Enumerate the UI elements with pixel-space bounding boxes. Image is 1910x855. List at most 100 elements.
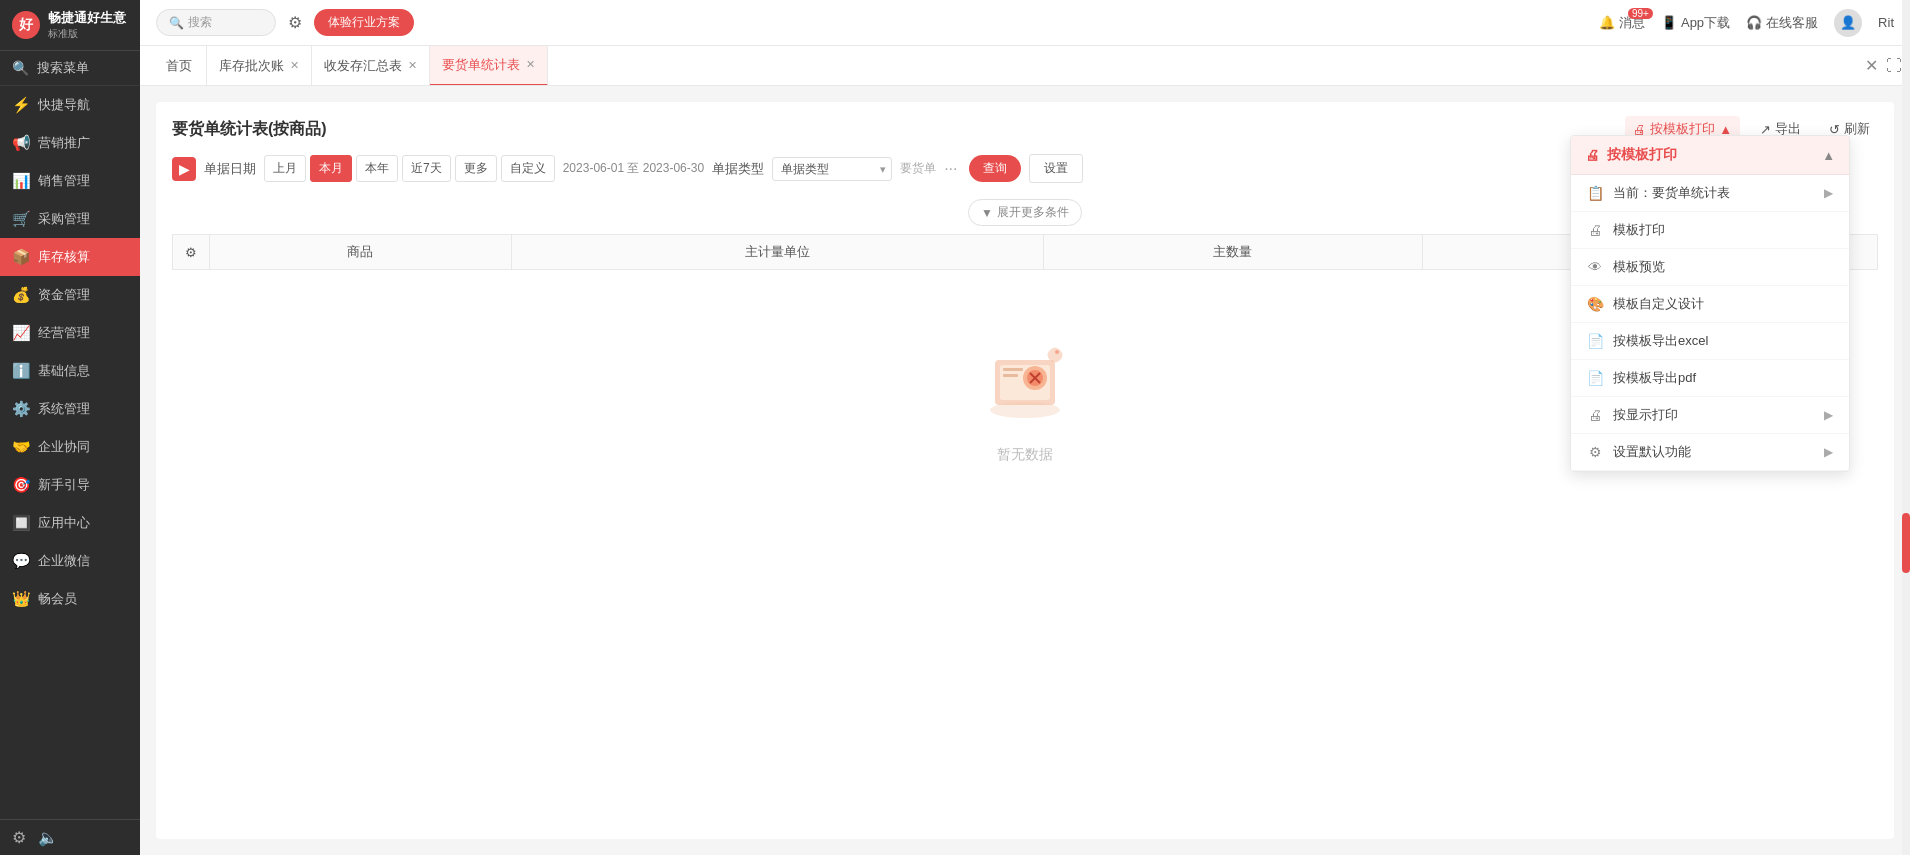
avatar-icon: 👤 — [1840, 15, 1856, 30]
th-settings[interactable]: ⚙ — [173, 235, 210, 270]
dropdown-set-default[interactable]: ⚙ 设置默认功能 ▶ — [1571, 434, 1849, 471]
query-btn[interactable]: 查询 — [969, 155, 1021, 182]
sidebar-item-label: 快捷导航 — [38, 96, 128, 114]
sidebar-item-operation[interactable]: 📈 经营管理 — [0, 314, 140, 352]
tab-batch-account-close[interactable]: ✕ — [290, 59, 299, 72]
sidebar-item-system[interactable]: ⚙️ 系统管理 — [0, 390, 140, 428]
date-this-year-btn[interactable]: 本年 — [356, 155, 398, 182]
dropdown-current-item[interactable]: 📋 当前：要货单统计表 ▶ — [1571, 175, 1849, 212]
experience-btn[interactable]: 体验行业方案 — [314, 9, 414, 36]
sidebar-item-member[interactable]: 👑 畅会员 — [0, 580, 140, 618]
topbar: 🔍 搜索 ⚙ 体验行业方案 🔔 消息 99+ 📱 App下载 🎧 在线客服 👤 — [140, 0, 1910, 46]
type-filter-label: 单据类型 — [712, 160, 764, 178]
info-icon: ℹ️ — [12, 362, 30, 380]
topbar-right: 🔔 消息 99+ 📱 App下载 🎧 在线客服 👤 Rit — [1599, 9, 1894, 37]
dropdown-header: 🖨 按模板打印 ▲ — [1571, 136, 1849, 175]
dropdown-export-pdf[interactable]: 📄 按模板导出pdf — [1571, 360, 1849, 397]
empty-text: 暂无数据 — [997, 446, 1053, 464]
dropdown-display-print[interactable]: 🖨 按显示打印 ▶ — [1571, 397, 1849, 434]
tab-close-all-btn[interactable]: ✕ — [1865, 56, 1878, 75]
messages-btn[interactable]: 🔔 消息 99+ — [1599, 14, 1645, 32]
online-service-btn[interactable]: 🎧 在线客服 — [1746, 14, 1818, 32]
topbar-gear-icon[interactable]: ⚙ — [288, 13, 302, 32]
scrollbar-thumb[interactable] — [1902, 513, 1910, 573]
dropdown-template-print[interactable]: 🖨 模板打印 — [1571, 212, 1849, 249]
th-quantity: 主数量 — [1043, 235, 1422, 270]
app-download-label: App下载 — [1681, 14, 1730, 32]
chat-icon: 💬 — [12, 552, 30, 570]
svg-rect-7 — [1003, 368, 1023, 371]
print-template-dropdown: 🖨 按模板打印 ▲ 📋 当前：要货单统计表 ▶ 🖨 模板打印 👁 模板预览 🎨 … — [1570, 135, 1850, 472]
sidebar-footer: ⚙ 🔈 — [0, 819, 140, 855]
chevron-up-icon: ▲ — [1822, 148, 1835, 163]
sidebar-item-label: 企业协同 — [38, 438, 128, 456]
type-filter-select[interactable]: 单据类型 — [772, 157, 892, 181]
home-tab-label: 首页 — [166, 57, 192, 75]
app-download-btn[interactable]: 📱 App下载 — [1661, 14, 1730, 32]
sidebar-item-finance[interactable]: 💰 资金管理 — [0, 276, 140, 314]
dropdown-current-left: 📋 当前：要货单统计表 — [1587, 184, 1730, 202]
set-default-label: 设置默认功能 — [1613, 443, 1691, 461]
sidebar-item-label: 采购管理 — [38, 210, 128, 228]
chart-icon: 📊 — [12, 172, 30, 190]
online-service-label: 在线客服 — [1766, 14, 1818, 32]
handshake-icon: 🤝 — [12, 438, 30, 456]
date-filter-label: 单据日期 — [204, 160, 256, 178]
username[interactable]: Rit — [1878, 15, 1894, 30]
display-print-arrow: ▶ — [1824, 408, 1833, 422]
date-custom-btn[interactable]: 自定义 — [501, 155, 555, 182]
date-this-month-btn[interactable]: 本月 — [310, 155, 352, 182]
tab-receipt-summary-close[interactable]: ✕ — [408, 59, 417, 72]
date-last-month-btn[interactable]: 上月 — [264, 155, 306, 182]
expand-more-conditions-btn[interactable]: ▼ 展开更多条件 — [968, 199, 1082, 226]
sidebar-item-wechat[interactable]: 💬 企业微信 — [0, 542, 140, 580]
date-7days-btn[interactable]: 近7天 — [402, 155, 451, 182]
tab-order-stats[interactable]: 要货单统计表 ✕ — [430, 46, 548, 86]
sidebar-item-sales[interactable]: 📊 销售管理 — [0, 162, 140, 200]
lightning-icon: ⚡ — [12, 96, 30, 114]
dropdown-template-design[interactable]: 🎨 模板自定义设计 — [1571, 286, 1849, 323]
sidebar-nav: 🔍 搜索菜单 ⚡ 快捷导航 📢 营销推广 📊 销售管理 🛒 采购管理 📦 库存核… — [0, 51, 140, 819]
tab-home[interactable]: 首页 — [152, 46, 207, 86]
sidebar-item-quick-nav[interactable]: ⚡ 快捷导航 — [0, 86, 140, 124]
sidebar-item-label: 新手引导 — [38, 476, 128, 494]
sidebar-search-label: 搜索菜单 — [37, 59, 89, 77]
sidebar-item-label: 销售管理 — [38, 172, 128, 190]
sound-footer-icon[interactable]: 🔈 — [38, 828, 58, 847]
template-design-label: 模板自定义设计 — [1613, 295, 1704, 313]
dropdown-template-preview[interactable]: 👁 模板预览 — [1571, 249, 1849, 286]
dropdown-close-btn[interactable]: ▲ — [1822, 148, 1835, 163]
dropdown-export-excel[interactable]: 📄 按模板导出excel — [1571, 323, 1849, 360]
filter-toggle-btn[interactable]: ▶ — [172, 157, 196, 181]
svg-rect-8 — [1003, 374, 1018, 377]
sidebar-item-basic[interactable]: ℹ️ 基础信息 — [0, 352, 140, 390]
cart-icon: 🛒 — [12, 210, 30, 228]
set-default-arrow: ▶ — [1824, 445, 1833, 459]
sidebar-item-enterprise[interactable]: 🤝 企业协同 — [0, 428, 140, 466]
order-category-label: 要货单 — [900, 160, 936, 177]
settings-footer-icon[interactable]: ⚙ — [12, 828, 26, 847]
svg-point-9 — [1055, 350, 1059, 354]
tab-batch-account-label: 库存批次账 — [219, 57, 284, 75]
sidebar-item-app-center[interactable]: 🔲 应用中心 — [0, 504, 140, 542]
tab-expand-btn[interactable]: ⛶ — [1886, 57, 1902, 75]
settings-btn[interactable]: 设置 — [1029, 154, 1083, 183]
sidebar-item-label: 资金管理 — [38, 286, 128, 304]
sidebar-item-purchase[interactable]: 🛒 采购管理 — [0, 200, 140, 238]
sidebar-item-inventory[interactable]: 📦 库存核算 — [0, 238, 140, 276]
tab-order-stats-close[interactable]: ✕ — [526, 58, 535, 71]
tab-batch-account[interactable]: 库存批次账 ✕ — [207, 46, 312, 86]
topbar-search-icon: 🔍 — [169, 16, 184, 30]
target-icon: 🎯 — [12, 476, 30, 494]
sidebar-search[interactable]: 🔍 搜索菜单 — [0, 51, 140, 86]
topbar-search[interactable]: 🔍 搜索 — [156, 9, 276, 36]
template-print-icon: 🖨 — [1587, 222, 1603, 238]
sidebar-item-label: 经营管理 — [38, 324, 128, 342]
sidebar-item-marketing[interactable]: 📢 营销推广 — [0, 124, 140, 162]
trending-icon: 📈 — [12, 324, 30, 342]
date-more-btn[interactable]: 更多 — [455, 155, 497, 182]
tab-receipt-summary[interactable]: 收发存汇总表 ✕ — [312, 46, 430, 86]
dropdown-display-print-left: 🖨 按显示打印 — [1587, 406, 1678, 424]
template-design-icon: 🎨 — [1587, 296, 1603, 312]
sidebar-item-guide[interactable]: 🎯 新手引导 — [0, 466, 140, 504]
